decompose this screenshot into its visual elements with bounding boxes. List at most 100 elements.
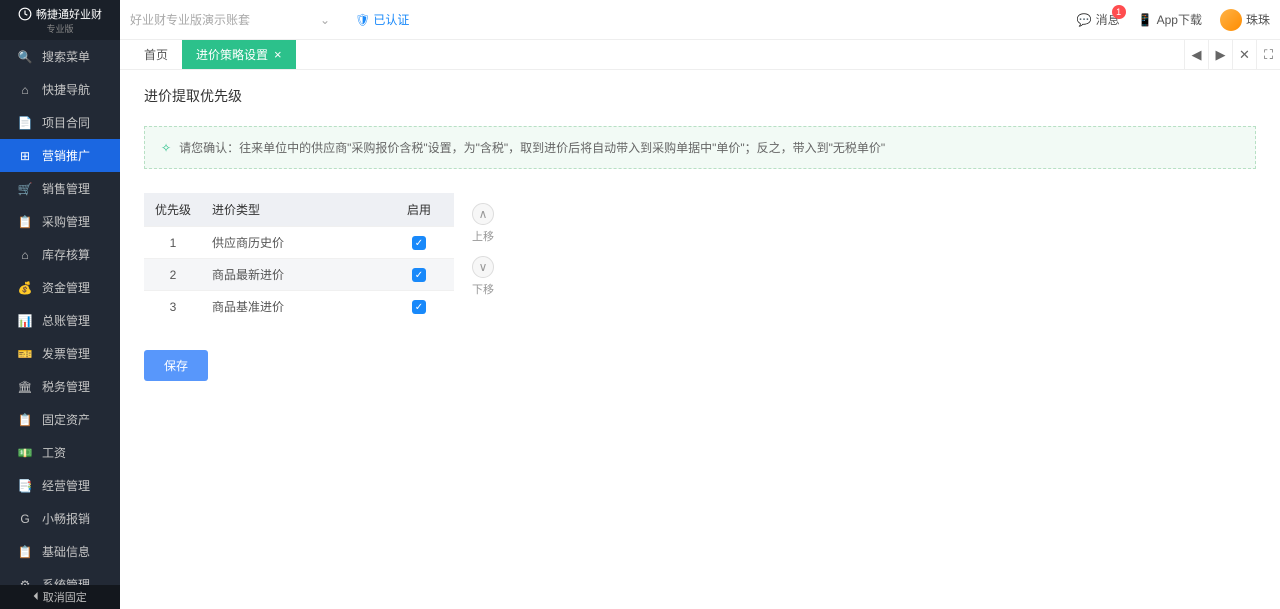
sidebar-item-label: 销售管理 <box>42 180 90 197</box>
sidebar-icon: 📋 <box>18 413 32 427</box>
checkbox[interactable]: ✓ <box>412 300 426 314</box>
sidebar-item-6[interactable]: ⌂ 库存核算 <box>0 238 120 271</box>
page-title: 进价提取优先级 <box>144 86 1256 106</box>
move-down-label: 下移 <box>472 281 494 297</box>
tab-prev-button[interactable]: ◀ <box>1184 40 1208 70</box>
sidebar-icon: G <box>18 512 32 526</box>
brand-name: 畅捷通好业财 <box>36 6 102 22</box>
logo: 畅捷通好业财 专业版 <box>0 0 120 40</box>
cell-type: 供应商历史价 <box>202 227 384 259</box>
sidebar-item-label: 营销推广 <box>42 147 90 164</box>
sidebar-item-8[interactable]: 📊总账管理 <box>0 304 120 337</box>
sidebar-item-label: 资金管理 <box>42 279 90 296</box>
header: 好业财专业版演示账套 ⌄ 🛡 已认证 💬 消息 1 📱 App下载 <box>120 0 1280 40</box>
cell-priority: 2 <box>144 259 202 291</box>
sidebar-item-2[interactable]: 📄项目合同 <box>0 106 120 139</box>
col-enable: 启用 <box>384 193 454 227</box>
fullscreen-button[interactable]: ⛶ <box>1256 40 1280 70</box>
sidebar-icon: 📋 <box>18 545 32 559</box>
col-priority: 优先级 <box>144 193 202 227</box>
info-box: ✧ 请您确认：往来单位中的供应商"采购报价含税"设置，为"含税"，取到进价后将自… <box>144 126 1256 169</box>
table-row[interactable]: 2商品最新进价 ✓ <box>144 259 454 291</box>
sidebar-item-label: 固定资产 <box>42 411 90 428</box>
sidebar-item-1[interactable]: ⌂ 快捷导航 <box>0 73 120 106</box>
sidebar-icon: 🛒 <box>18 182 32 196</box>
sidebar-item-12[interactable]: 💵 工资 <box>0 436 120 469</box>
sidebar-icon: 🔍 <box>18 50 32 64</box>
shield-icon: 🛡 <box>355 13 370 27</box>
account-dropdown[interactable]: 好业财专业版演示账套 ⌄ <box>130 11 330 28</box>
cell-enable: ✓ <box>384 227 454 259</box>
cell-type: 商品基准进价 <box>202 291 384 323</box>
chevron-down-icon: ⌄ <box>320 13 330 27</box>
verified-badge: 🛡 已认证 <box>355 11 409 28</box>
col-type: 进价类型 <box>202 193 384 227</box>
sidebar: 畅捷通好业财 专业版 🔍 搜索菜单 ⌂ 快捷导航 📄项目合同 ⊞ 营销推广 🛒 销售管理 📋 采购管… <box>0 0 120 609</box>
brand-icon <box>18 7 32 21</box>
sidebar-item-9[interactable]: 🎫发票管理 <box>0 337 120 370</box>
cell-enable: ✓ <box>384 291 454 323</box>
sidebar-item-label: 税务管理 <box>42 378 90 395</box>
user-menu[interactable]: 珠珠 <box>1220 9 1270 31</box>
save-button[interactable]: 保存 <box>144 350 208 381</box>
sidebar-item-3[interactable]: ⊞ 营销推广 <box>0 139 120 172</box>
tab-0[interactable]: 首页 <box>130 40 182 69</box>
sidebar-icon: 📋 <box>18 215 32 229</box>
sidebar-icon: 📄 <box>18 116 32 130</box>
sidebar-icon: 🏛 <box>18 380 32 394</box>
sidebar-item-label: 经营管理 <box>42 477 90 494</box>
sidebar-item-label: 快捷导航 <box>42 81 90 98</box>
sidebar-item-label: 总账管理 <box>42 312 90 329</box>
sidebar-item-7[interactable]: 💰 资金管理 <box>0 271 120 304</box>
table-row[interactable]: 3商品基准进价 ✓ <box>144 291 454 323</box>
checkbox[interactable]: ✓ <box>412 236 426 250</box>
sidebar-item-15[interactable]: 📋 基础信息 <box>0 535 120 568</box>
sidebar-icon: ⌂ <box>18 248 32 262</box>
tab-next-button[interactable]: ▶ <box>1208 40 1232 70</box>
sidebar-item-11[interactable]: 📋 固定资产 <box>0 403 120 436</box>
sidebar-item-label: 工资 <box>42 444 66 461</box>
sidebar-item-13[interactable]: 📑 经营管理 <box>0 469 120 502</box>
sidebar-item-16[interactable]: ⚙ 系统管理 <box>0 568 120 585</box>
move-up-button[interactable]: ∧ <box>472 203 494 225</box>
sidebar-icon: 💵 <box>18 446 32 460</box>
cell-priority: 1 <box>144 227 202 259</box>
sidebar-icon: ⌂ <box>18 83 32 97</box>
avatar <box>1220 9 1242 31</box>
message-button[interactable]: 💬 消息 1 <box>1077 11 1120 28</box>
sidebar-item-label: 发票管理 <box>42 345 90 362</box>
sidebar-icon: 📑 <box>18 479 32 493</box>
sidebar-item-0[interactable]: 🔍 搜索菜单 <box>0 40 120 73</box>
sidebar-pin-toggle[interactable]: ⏴ 取消固定 <box>0 585 120 609</box>
table-row[interactable]: 1供应商历史价 ✓ <box>144 227 454 259</box>
cell-priority: 3 <box>144 291 202 323</box>
sidebar-item-10[interactable]: 🏛 税务管理 <box>0 370 120 403</box>
sidebar-item-label: 基础信息 <box>42 543 90 560</box>
priority-table: 优先级 进价类型 启用 1供应商历史价 ✓ 2商品最新进价 ✓ 3商品基准进价 ✓ <box>144 193 454 322</box>
move-up-label: 上移 <box>472 228 494 244</box>
sidebar-item-label: 库存核算 <box>42 246 90 263</box>
sidebar-item-14[interactable]: G 小畅报销 <box>0 502 120 535</box>
sidebar-icon: 💰 <box>18 281 32 295</box>
sidebar-item-label: 小畅报销 <box>42 510 90 527</box>
tab-1[interactable]: 进价策略设置× <box>182 40 296 69</box>
sidebar-item-label: 采购管理 <box>42 213 90 230</box>
sidebar-icon: ⊞ <box>18 149 32 163</box>
move-down-button[interactable]: ∨ <box>472 256 494 278</box>
checkbox[interactable]: ✓ <box>412 268 426 282</box>
sidebar-item-label: 搜索菜单 <box>42 48 90 65</box>
pin-icon: ⏴ <box>33 591 39 604</box>
cell-type: 商品最新进价 <box>202 259 384 291</box>
sidebar-item-5[interactable]: 📋 采购管理 <box>0 205 120 238</box>
tab-close-all-button[interactable]: ✕ <box>1232 40 1256 70</box>
app-download-button[interactable]: 📱 App下载 <box>1138 11 1202 28</box>
phone-icon: 📱 <box>1138 13 1153 27</box>
sidebar-icon: ⚙ <box>18 578 32 586</box>
sidebar-item-4[interactable]: 🛒 销售管理 <box>0 172 120 205</box>
close-icon[interactable]: × <box>274 47 282 62</box>
message-badge: 1 <box>1112 5 1126 19</box>
info-icon: ✧ <box>161 141 171 155</box>
message-icon: 💬 <box>1077 13 1092 27</box>
sidebar-item-label: 系统管理 <box>42 576 90 585</box>
cell-enable: ✓ <box>384 259 454 291</box>
